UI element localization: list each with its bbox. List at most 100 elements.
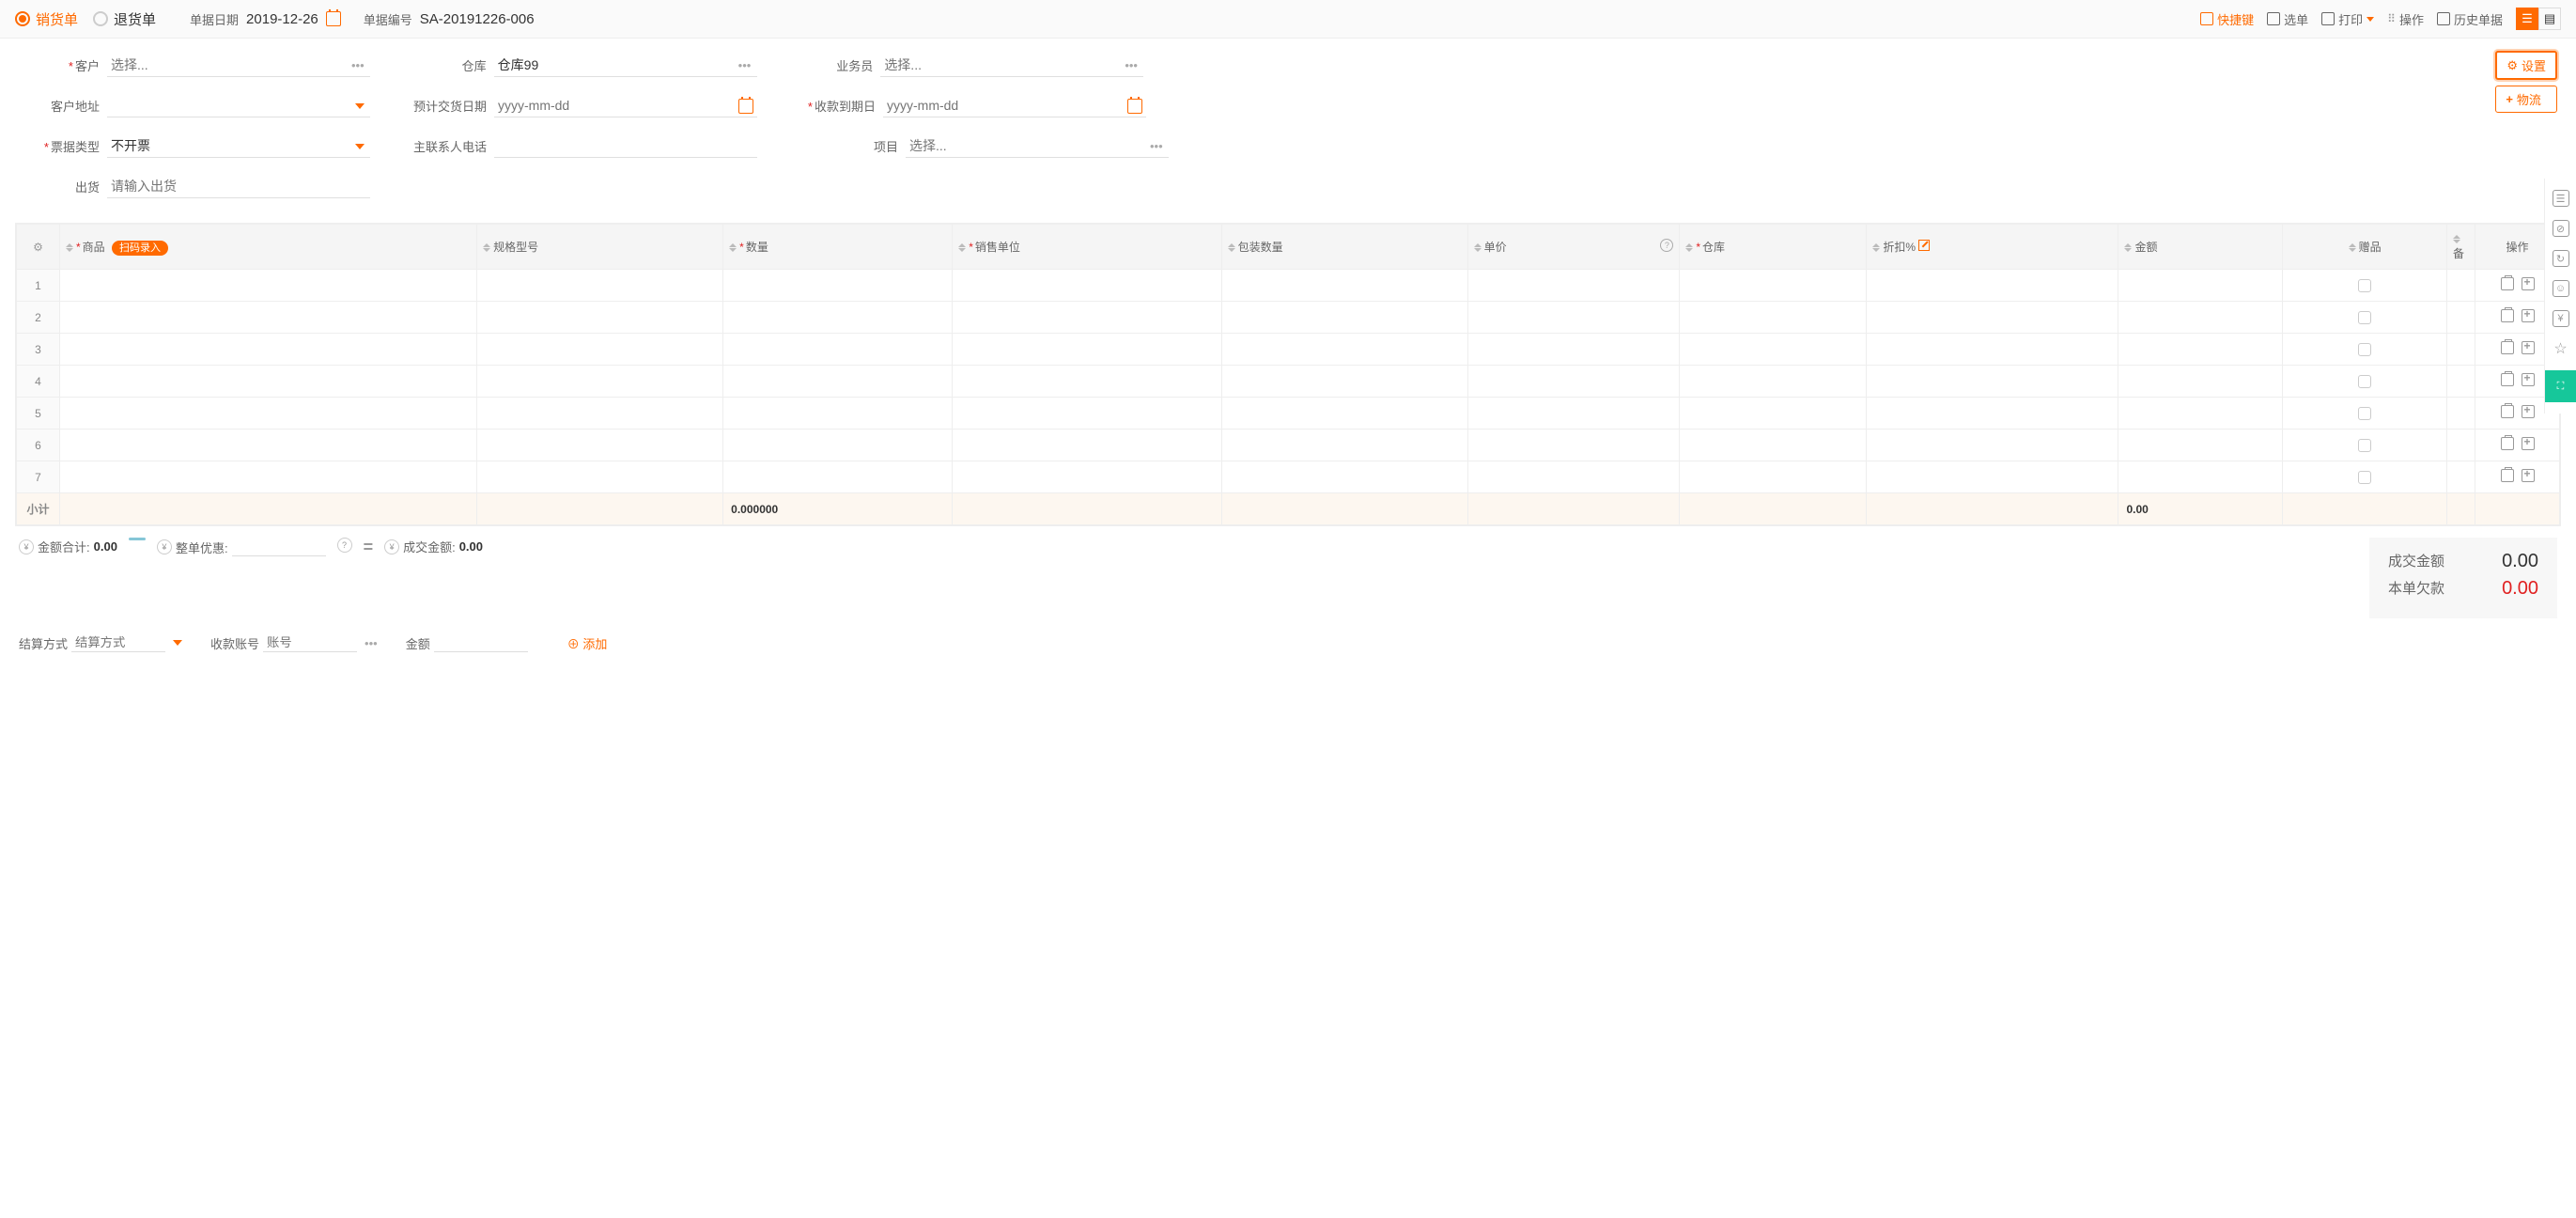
calendar-icon[interactable]	[738, 99, 753, 114]
doc-date-value[interactable]: 2019-12-26	[246, 11, 318, 27]
contact-phone-field: 主联系人电话	[402, 134, 776, 158]
receipt-account: 收款账号 •••	[210, 633, 378, 652]
add-row-button[interactable]	[2522, 437, 2535, 450]
table-row[interactable]: 7	[17, 461, 2560, 493]
select-order-button[interactable]: 选单	[2267, 10, 2308, 28]
view-grid-button[interactable]: ▤	[2538, 8, 2561, 30]
hotkey-button[interactable]: 快捷键	[2200, 10, 2254, 28]
logistics-button[interactable]: 物流	[2495, 86, 2557, 113]
history-button[interactable]: 历史单据	[2437, 10, 2503, 28]
rail-document-icon[interactable]: ☰	[2553, 190, 2569, 207]
customer-field: *客户 •••	[15, 54, 365, 77]
gift-checkbox[interactable]	[2358, 279, 2371, 292]
add-row-button[interactable]	[2522, 373, 2535, 386]
contact-phone-input[interactable]	[494, 134, 757, 158]
customer-input[interactable]	[107, 54, 370, 77]
gift-checkbox[interactable]	[2358, 471, 2371, 484]
gift-checkbox[interactable]	[2358, 343, 2371, 356]
gift-checkbox[interactable]	[2358, 439, 2371, 452]
delete-row-button[interactable]	[2501, 373, 2514, 386]
table-row[interactable]: 1	[17, 270, 2560, 302]
table-row[interactable]: 2	[17, 302, 2560, 334]
delete-row-button[interactable]	[2501, 437, 2514, 450]
rail-expand-icon[interactable]: ⛶	[2545, 370, 2576, 402]
scan-badge[interactable]: 扫码录入	[112, 241, 168, 256]
customer-address-input[interactable]	[107, 94, 370, 117]
help-q[interactable]: ?	[337, 538, 352, 553]
rail-currency-icon[interactable]: ¥	[2553, 310, 2569, 327]
column-amount[interactable]: 金额	[2118, 225, 2283, 270]
column-warehouse[interactable]: *仓库	[1680, 225, 1867, 270]
settings-column[interactable]	[17, 225, 60, 270]
column-gift[interactable]: 赠品	[2283, 225, 2447, 270]
more-icon[interactable]: •••	[365, 636, 378, 650]
calendar-icon[interactable]	[326, 11, 341, 26]
add-row-button[interactable]	[2522, 309, 2535, 322]
doc-number-meta: 单据编号 SA-20191226-006	[364, 10, 535, 28]
print-button[interactable]: 打印	[2321, 10, 2374, 28]
shipment-input[interactable]	[107, 175, 370, 198]
history-icon	[2437, 12, 2450, 25]
gift-checkbox[interactable]	[2358, 311, 2371, 324]
add-row-button[interactable]	[2522, 405, 2535, 418]
add-row-button[interactable]	[2522, 277, 2535, 290]
help-icon[interactable]: ?	[1660, 239, 1673, 252]
rail-star-icon[interactable]: ☆	[2553, 340, 2569, 357]
add-row-button[interactable]	[2522, 341, 2535, 354]
column-product[interactable]: *商品 扫码录入	[60, 225, 477, 270]
tab-sales-order[interactable]: 销货单	[15, 9, 78, 29]
add-row-button[interactable]	[2522, 469, 2535, 482]
chevron-down-icon[interactable]	[173, 640, 182, 646]
receipt-account-input[interactable]	[263, 633, 357, 652]
order-discount-input[interactable]	[232, 538, 326, 556]
subtotal-row: 小计 0.000000 0.00	[17, 493, 2560, 525]
doc-date-label: 单据日期	[190, 10, 239, 28]
add-payment-button[interactable]: 添加	[567, 634, 608, 652]
warehouse-input[interactable]	[494, 54, 757, 77]
view-list-button[interactable]: ☰	[2516, 8, 2538, 30]
row-number: 3	[17, 334, 60, 366]
table-row[interactable]: 5	[17, 398, 2560, 429]
column-spec[interactable]: 规格型号	[477, 225, 723, 270]
gift-checkbox[interactable]	[2358, 407, 2371, 420]
settlement-input[interactable]	[71, 633, 165, 652]
delete-row-button[interactable]	[2501, 309, 2514, 322]
deal-amount: ¥ 成交金额: 0.00	[384, 538, 483, 555]
rail-refresh-icon[interactable]: ↻	[2553, 250, 2569, 267]
project-input[interactable]	[906, 134, 1169, 158]
due-date-input[interactable]	[883, 94, 1146, 117]
table-row[interactable]: 3	[17, 334, 2560, 366]
row-number: 4	[17, 366, 60, 398]
edit-icon[interactable]	[1918, 240, 1930, 251]
print-icon	[2321, 12, 2335, 25]
delete-row-button[interactable]	[2501, 405, 2514, 418]
row-number: 2	[17, 302, 60, 334]
est-delivery-input[interactable]	[494, 94, 757, 117]
keyboard-icon	[2200, 12, 2213, 25]
gift-checkbox[interactable]	[2358, 375, 2371, 388]
column-unit[interactable]: *销售单位	[953, 225, 1221, 270]
delete-row-button[interactable]	[2501, 341, 2514, 354]
settings-button[interactable]: 设置	[2495, 51, 2557, 80]
summary-owe-value: 0.00	[2502, 578, 2538, 600]
column-price[interactable]: 单价?	[1467, 225, 1680, 270]
table-row[interactable]: 4	[17, 366, 2560, 398]
rail-attachment-icon[interactable]: ⊘	[2553, 220, 2569, 237]
invoice-type-input[interactable]	[107, 134, 370, 158]
table-row[interactable]: 6	[17, 429, 2560, 461]
column-note[interactable]: 备	[2447, 225, 2475, 270]
column-pack-qty[interactable]: 包装数量	[1221, 225, 1467, 270]
side-buttons: 设置 物流	[2495, 51, 2557, 113]
delete-row-button[interactable]	[2501, 469, 2514, 482]
column-quantity[interactable]: *数量	[723, 225, 953, 270]
column-discount[interactable]: 折扣%	[1867, 225, 2118, 270]
rail-user-icon[interactable]: ☺	[2553, 280, 2569, 297]
operations-button[interactable]: ⠿ 操作	[2387, 10, 2424, 28]
tab-return-label: 退货单	[114, 9, 156, 29]
receipt-amount-input[interactable]	[434, 633, 528, 652]
tab-return-order[interactable]: 退货单	[93, 9, 156, 29]
delete-row-button[interactable]	[2501, 277, 2514, 290]
calendar-icon[interactable]	[1127, 99, 1142, 114]
warehouse-field: 仓库 •••	[402, 54, 752, 77]
salesperson-input[interactable]	[880, 54, 1143, 77]
